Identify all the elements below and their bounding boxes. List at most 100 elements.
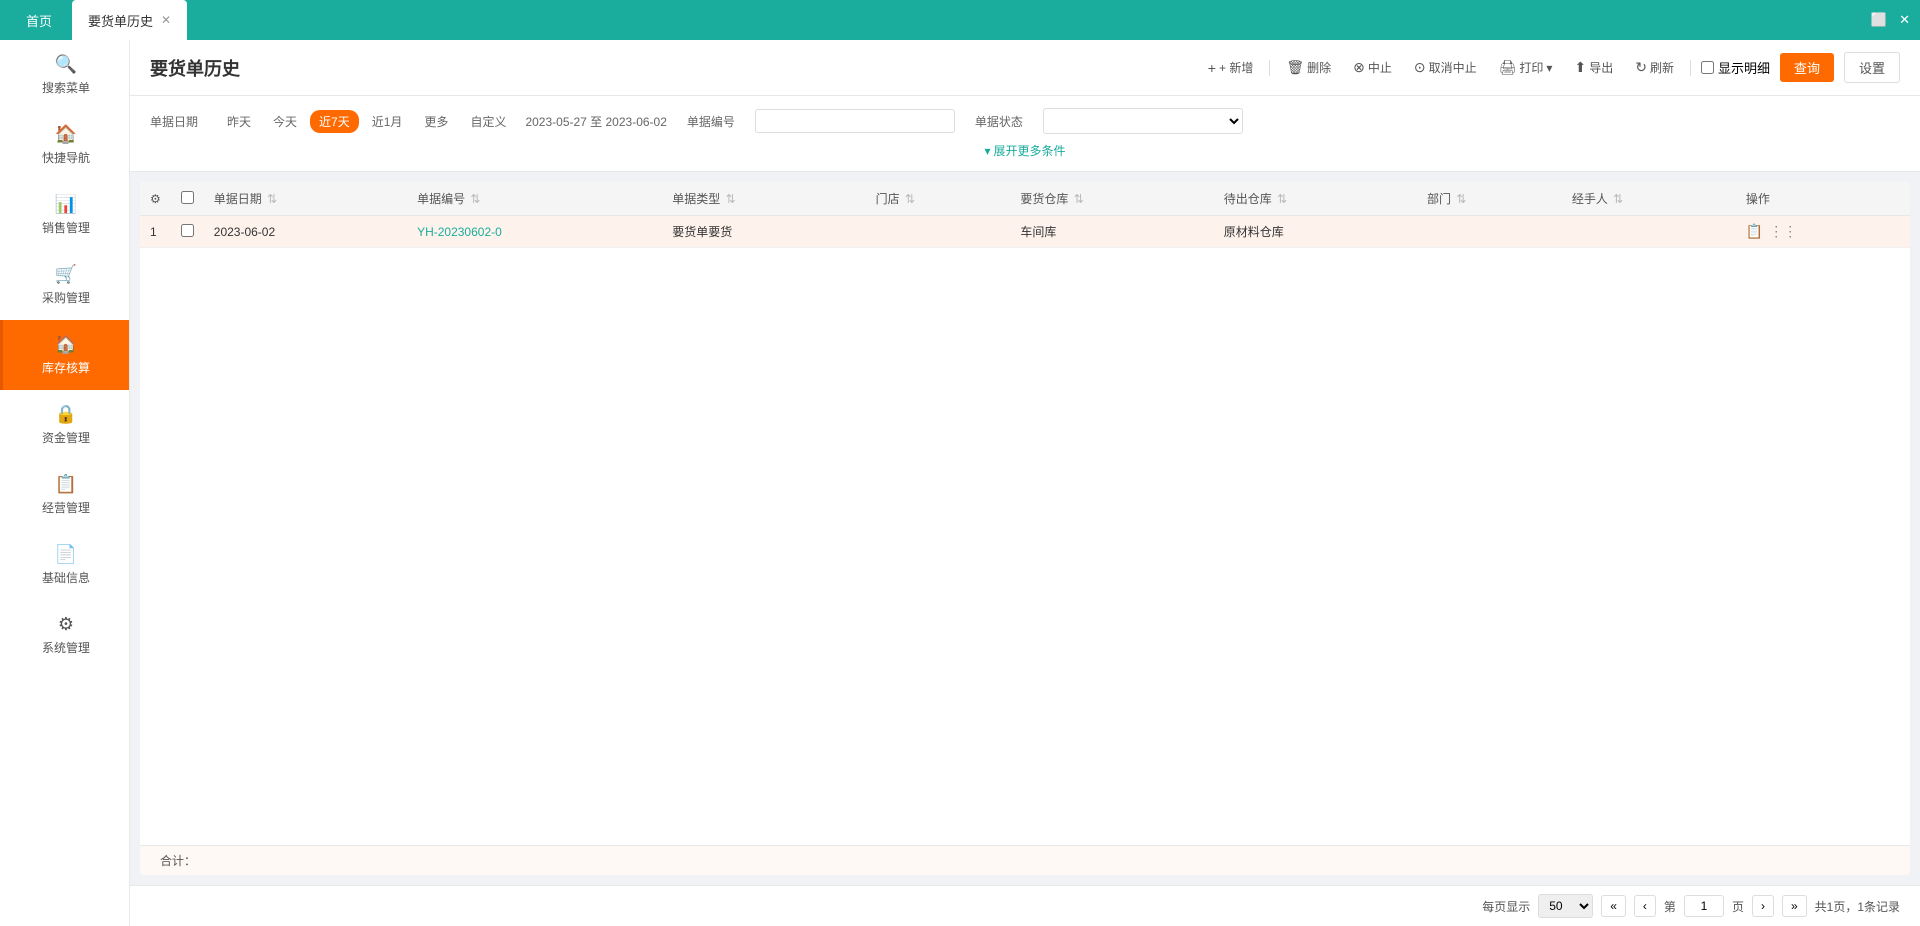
date-btn-more[interactable]: 更多 xyxy=(415,110,457,133)
date-btn-today[interactable]: 今天 xyxy=(264,110,306,133)
expand-row: ▾ 展开更多条件 xyxy=(150,142,1900,159)
row-doc-date: 2023-06-02 xyxy=(204,216,407,248)
settings-button[interactable]: 设置 xyxy=(1844,52,1900,83)
print-dropdown-icon: ▾ xyxy=(1546,61,1552,75)
print-icon: 🖨 xyxy=(1499,59,1517,76)
sidebar-item-quick-nav[interactable]: 🏠 快捷导航 xyxy=(0,110,129,180)
restore-button[interactable]: ⬜ xyxy=(1871,12,1887,28)
row-actions: 📋 ⋮⋮ xyxy=(1736,216,1910,248)
th-department: 部门 ⇅ xyxy=(1417,182,1562,216)
date-btn-yesterday[interactable]: 昨天 xyxy=(218,110,260,133)
row-doc-type: 要货单要货 xyxy=(662,216,865,248)
sort-req-warehouse-icon[interactable]: ⇅ xyxy=(1074,192,1084,206)
th-doc-number: 单据编号 ⇅ xyxy=(407,182,662,216)
print-button[interactable]: 🖨 打印 ▾ xyxy=(1493,55,1559,80)
sidebar-item-basic-info[interactable]: 📄 基础信息 xyxy=(0,530,129,600)
doc-number-link[interactable]: YH-20230602-0 xyxy=(417,225,502,239)
page-suffix: 页 xyxy=(1732,898,1744,915)
row-handler xyxy=(1562,216,1736,248)
first-page-button[interactable]: « xyxy=(1601,895,1626,917)
sort-doc-number-icon[interactable]: ⇅ xyxy=(470,192,480,206)
system-icon: ⚙ xyxy=(58,614,74,635)
data-table: ⚙ 单据日期 ⇅ 单据编号 ⇅ xyxy=(140,182,1910,248)
pagination-bar: 每页显示 50 100 « ‹ 第 页 › » 共1页，1条记录 xyxy=(130,885,1920,926)
sort-department-icon[interactable]: ⇅ xyxy=(1456,192,1466,206)
export-icon: ⬆ xyxy=(1574,59,1586,76)
date-btn-7days[interactable]: 近7天 xyxy=(310,110,359,133)
th-req-warehouse: 要货仓库 ⇅ xyxy=(1010,182,1213,216)
total-info: 共1页，1条记录 xyxy=(1815,898,1900,915)
next-page-button[interactable]: › xyxy=(1752,895,1774,917)
toolbar: + + 新增 🗑 删除 ⊗ 中止 ⊙ 取消中止 🖨 打 xyxy=(1202,52,1900,83)
stop-button[interactable]: ⊗ 中止 xyxy=(1347,55,1398,80)
table-body: 1 2023-06-02 YH-20230602-0 要货单要货 车间库 xyxy=(140,216,1910,248)
refresh-button[interactable]: ↻ 刷新 xyxy=(1629,55,1680,80)
doc-number-input[interactable] xyxy=(755,109,955,133)
footer-summary: 合计： xyxy=(140,845,1910,875)
sidebar-item-inventory[interactable]: 🏠 库存核算 xyxy=(0,320,129,390)
row-req-warehouse: 车间库 xyxy=(1010,216,1213,248)
sort-doc-date-icon[interactable]: ⇅ xyxy=(267,192,277,206)
prev-page-button[interactable]: ‹ xyxy=(1634,895,1656,917)
sort-doc-type-icon[interactable]: ⇅ xyxy=(726,192,736,206)
expand-more-button[interactable]: ▾ 展开更多条件 xyxy=(984,142,1065,159)
display-detail-toggle[interactable]: 显示明细 xyxy=(1701,58,1770,77)
top-bar-actions: ⬜ ✕ xyxy=(1871,12,1910,28)
close-button[interactable]: ✕ xyxy=(1899,12,1910,28)
main-layout: 🔍 搜索菜单 🏠 快捷导航 📊 销售管理 🛒 采购管理 🏠 库存核算 🔒 资金管… xyxy=(0,40,1920,926)
th-handler: 经手人 ⇅ xyxy=(1562,182,1736,216)
sidebar-item-operations-mgmt[interactable]: 📋 经营管理 xyxy=(0,460,129,530)
date-btn-1month[interactable]: 近1月 xyxy=(363,110,412,133)
display-detail-checkbox[interactable] xyxy=(1701,61,1714,74)
sidebar-item-search-menu[interactable]: 🔍 搜索菜单 xyxy=(0,40,129,110)
top-bar: 首页 要货单历史 ✕ ⬜ ✕ xyxy=(0,0,1920,40)
date-label: 单据日期 xyxy=(150,113,198,130)
row-more-icon[interactable]: ⋮⋮ xyxy=(1769,223,1797,240)
select-all-checkbox[interactable] xyxy=(181,191,194,204)
sidebar-item-sales-mgmt[interactable]: 📊 销售管理 xyxy=(0,180,129,250)
sidebar-item-system-mgmt[interactable]: ⚙ 系统管理 xyxy=(0,600,129,670)
page-header: 要货单历史 + + 新增 🗑 删除 ⊗ 中止 ⊙ 取消中止 xyxy=(130,40,1920,96)
row-checkbox[interactable] xyxy=(181,224,194,237)
doc-status-select[interactable] xyxy=(1043,108,1243,134)
export-button[interactable]: ⬆ 导出 xyxy=(1568,55,1619,80)
total-label: 合计： xyxy=(160,854,196,868)
tab-requisition-history[interactable]: 要货单历史 ✕ xyxy=(72,0,187,40)
sidebar-item-purchase-mgmt[interactable]: 🛒 采购管理 xyxy=(0,250,129,320)
row-pending-warehouse: 原材料仓库 xyxy=(1214,216,1417,248)
th-doc-type: 单据类型 ⇅ xyxy=(662,182,865,216)
filter-row-1: 单据日期 昨天 今天 近7天 近1月 更多 自定义 2023-05-27 至 2… xyxy=(150,108,1900,134)
delete-button[interactable]: 🗑 删除 xyxy=(1280,55,1337,80)
table-header-row: ⚙ 单据日期 ⇅ 单据编号 ⇅ xyxy=(140,182,1910,216)
cancel-stop-button[interactable]: ⊙ 取消中止 xyxy=(1408,55,1483,80)
basic-info-icon: 📄 xyxy=(55,544,77,565)
page-number-input[interactable] xyxy=(1684,895,1724,917)
row-doc-number: YH-20230602-0 xyxy=(407,216,662,248)
per-page-label: 每页显示 xyxy=(1482,898,1530,915)
sort-store-icon[interactable]: ⇅ xyxy=(905,192,915,206)
row-edit-icon[interactable]: 📋 xyxy=(1746,223,1763,240)
sort-handler-icon[interactable]: ⇅ xyxy=(1613,192,1623,206)
sidebar-item-finance-mgmt[interactable]: 🔒 资金管理 xyxy=(0,390,129,460)
query-button[interactable]: 查询 xyxy=(1780,53,1834,82)
doc-number-label: 单据编号 xyxy=(687,113,735,130)
date-btn-custom[interactable]: 自定义 xyxy=(461,110,515,133)
purchase-icon: 🛒 xyxy=(55,264,77,285)
last-page-button[interactable]: » xyxy=(1782,895,1807,917)
new-button[interactable]: + + 新增 xyxy=(1202,55,1260,80)
page-label: 第 xyxy=(1664,898,1676,915)
page-title: 要货单历史 xyxy=(150,55,240,81)
tab-close-icon[interactable]: ✕ xyxy=(161,13,171,27)
per-page-select[interactable]: 50 100 xyxy=(1538,894,1593,918)
sort-pending-warehouse-icon[interactable]: ⇅ xyxy=(1277,192,1287,206)
action-icons: 📋 ⋮⋮ xyxy=(1746,223,1900,240)
refresh-icon: ↻ xyxy=(1635,59,1647,76)
search-menu-icon: 🔍 xyxy=(55,54,77,75)
filter-area: 单据日期 昨天 今天 近7天 近1月 更多 自定义 2023-05-27 至 2… xyxy=(130,96,1920,172)
settings-gear-icon[interactable]: ⚙ xyxy=(150,192,161,206)
doc-status-label: 单据状态 xyxy=(975,113,1023,130)
date-range-display: 2023-05-27 至 2023-06-02 xyxy=(525,113,666,130)
th-pending-warehouse: 待出仓库 ⇅ xyxy=(1214,182,1417,216)
toolbar-divider2 xyxy=(1690,60,1691,76)
tab-home[interactable]: 首页 xyxy=(10,0,68,40)
